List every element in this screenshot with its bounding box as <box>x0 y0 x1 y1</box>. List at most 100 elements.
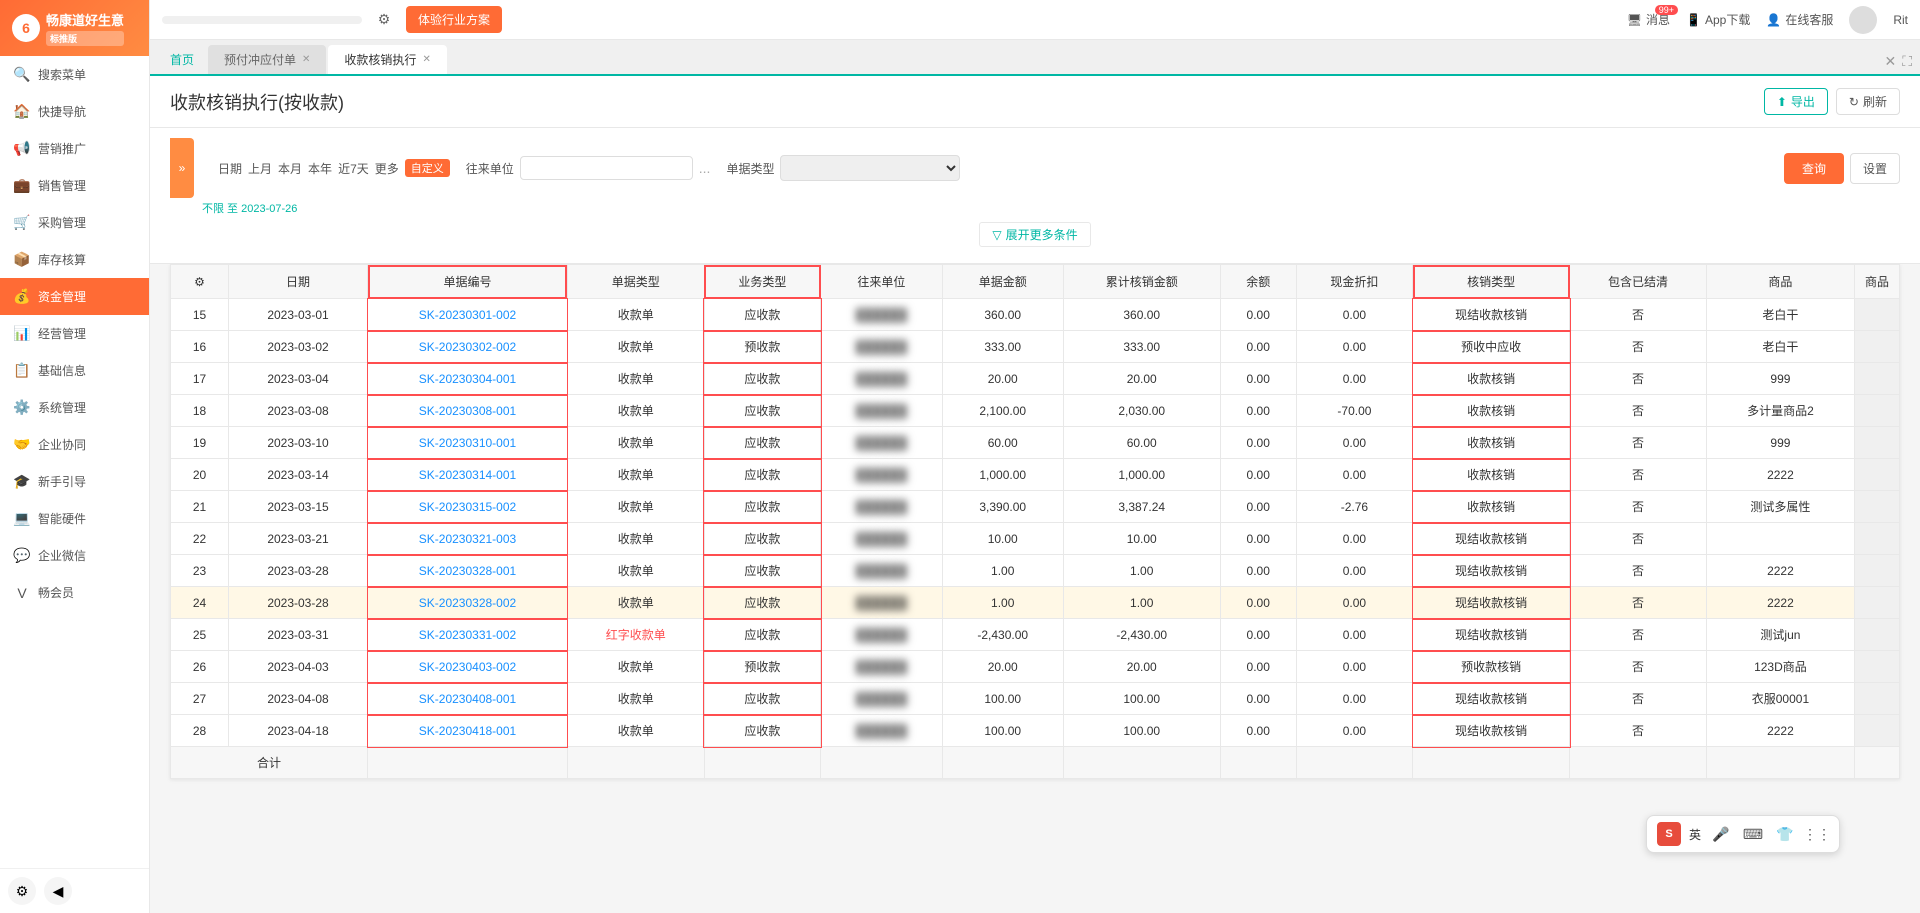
tab-expand-icon[interactable]: ⛶ <box>1902 53 1912 70</box>
sidebar-item-operations[interactable]: 📊 经营管理 <box>0 315 149 352</box>
tab-home[interactable]: 首页 <box>158 45 206 74</box>
th-bill-type[interactable]: 单据类型 <box>567 265 704 299</box>
sidebar-item-member[interactable]: V 畅会员 <box>0 574 149 611</box>
bill-no-link[interactable]: SK-20230315-002 <box>419 500 516 514</box>
sidebar-item-newguide[interactable]: 🎓 新手引导 <box>0 463 149 500</box>
tab-close-icon[interactable]: ✕ <box>1884 53 1896 70</box>
messages-btn[interactable]: 🖥 消息 99+ <box>1627 11 1670 28</box>
table-row: 272023-04-08SK-20230408-001收款单应收款██████1… <box>171 683 1900 715</box>
sidebar-item-marketing[interactable]: 📢 营销推广 <box>0 130 149 167</box>
sidebar-item-basics[interactable]: 📋 基础信息 <box>0 352 149 389</box>
settings-col-icon[interactable]: ⚙ <box>194 275 205 289</box>
td-partner: ██████ <box>821 427 943 459</box>
th-check-amount[interactable]: 累计核销金额 <box>1063 265 1220 299</box>
sidebar-item-purchase[interactable]: 🛒 采购管理 <box>0 204 149 241</box>
ft-keyboard-icon[interactable]: ⌨ <box>1741 822 1765 846</box>
gear-icon[interactable]: ⚙ <box>370 6 398 34</box>
bill-no-link[interactable]: SK-20230310-001 <box>419 436 516 450</box>
th-date[interactable]: 日期 <box>228 265 367 299</box>
sidebar-item-sales[interactable]: 💼 销售管理 <box>0 167 149 204</box>
th-include-settled[interactable]: 包含已结清 <box>1570 265 1707 299</box>
tab-collect[interactable]: 收款核销执行 ✕ <box>328 45 446 74</box>
td-bill-no[interactable]: SK-20230403-002 <box>368 651 568 683</box>
th-goods2[interactable]: 商品 <box>1854 265 1899 299</box>
table-row: 252023-03-31SK-20230331-002红字收款单应收款█████… <box>171 619 1900 651</box>
td-bill-type: 收款单 <box>567 523 704 555</box>
th-cash-discount[interactable]: 现金折扣 <box>1296 265 1412 299</box>
th-goods[interactable]: 商品 <box>1706 265 1854 299</box>
sidebar-item-inventory[interactable]: 📦 库存核算 <box>0 241 149 278</box>
bill-no-link[interactable]: SK-20230308-001 <box>419 404 516 418</box>
sidebar-item-enterprise[interactable]: 🤝 企业协同 <box>0 426 149 463</box>
bill-no-link[interactable]: SK-20230314-001 <box>419 468 516 482</box>
th-balance[interactable]: 余额 <box>1220 265 1296 299</box>
filter-date-this-year[interactable]: 本年 <box>308 160 332 177</box>
export-button[interactable]: ⬆ 导出 <box>1764 88 1828 115</box>
refresh-button[interactable]: ↻ 刷新 <box>1836 88 1900 115</box>
td-bill-no[interactable]: SK-20230328-001 <box>368 555 568 587</box>
sidebar-label-newguide: 新手引导 <box>38 473 86 490</box>
td-balance: 0.00 <box>1220 619 1296 651</box>
footer-partner <box>821 747 943 779</box>
settings-button[interactable]: 设置 <box>1850 153 1900 184</box>
filter-date-7days[interactable]: 近7天 <box>338 160 369 177</box>
bill-no-link[interactable]: SK-20230302-002 <box>419 340 516 354</box>
table-header-row: ⚙ 日期 单据编号 单据类型 业务类型 往来单位 单据金额 累计核销金额 余额 … <box>171 265 1900 299</box>
bill-no-link[interactable]: SK-20230321-003 <box>419 532 516 546</box>
sidebar-item-system[interactable]: ⚙️ 系统管理 <box>0 389 149 426</box>
th-bill-no[interactable]: 单据编号 <box>368 265 568 299</box>
sidebar-item-search[interactable]: 🔍 搜索菜单 <box>0 56 149 93</box>
url-bar[interactable] <box>162 16 362 24</box>
sidebar-item-wechat[interactable]: 💬 企业微信 <box>0 537 149 574</box>
bill-no-link[interactable]: SK-20230328-002 <box>419 596 516 610</box>
bill-no-link[interactable]: SK-20230408-001 <box>419 692 516 706</box>
td-bill-no[interactable]: SK-20230331-002 <box>368 619 568 651</box>
td-bill-no[interactable]: SK-20230418-001 <box>368 715 568 747</box>
sidebar-item-hardware[interactable]: 💻 智能硬件 <box>0 500 149 537</box>
td-bill-no[interactable]: SK-20230302-002 <box>368 331 568 363</box>
basics-icon: 📋 <box>14 363 30 379</box>
bill-no-link[interactable]: SK-20230301-002 <box>419 308 516 322</box>
query-button[interactable]: 查询 <box>1784 153 1844 184</box>
th-amount[interactable]: 单据金额 <box>942 265 1063 299</box>
td-bill-no[interactable]: SK-20230304-001 <box>368 363 568 395</box>
solution-button[interactable]: 体验行业方案 <box>406 6 502 33</box>
td-bill-no[interactable]: SK-20230310-001 <box>368 427 568 459</box>
td-bill-no[interactable]: SK-20230321-003 <box>368 523 568 555</box>
ft-shirt-icon[interactable]: 👕 <box>1773 822 1797 846</box>
filter-date-more[interactable]: 更多 <box>375 160 399 177</box>
settings-bottom-btn[interactable]: ⚙ <box>8 877 36 905</box>
th-biz-type[interactable]: 业务类型 <box>704 265 820 299</box>
td-bill-no[interactable]: SK-20230314-001 <box>368 459 568 491</box>
ft-grid-icon[interactable]: ⋮⋮ <box>1805 822 1829 846</box>
bill-no-link[interactable]: SK-20230418-001 <box>419 724 516 738</box>
th-partner[interactable]: 往来单位 <box>821 265 943 299</box>
th-check-type[interactable]: 核销类型 <box>1413 265 1570 299</box>
tab-prepay[interactable]: 预付冲应付单 ✕ <box>208 45 326 74</box>
ft-mic-icon[interactable]: 🎤 <box>1709 822 1733 846</box>
td-bill-no[interactable]: SK-20230315-002 <box>368 491 568 523</box>
td-bill-no[interactable]: SK-20230328-002 <box>368 587 568 619</box>
expand-conditions-button[interactable]: ▽ 展开更多条件 <box>979 222 1090 247</box>
app-download-btn[interactable]: 📱 App下载 <box>1686 11 1750 28</box>
service-btn[interactable]: 👤 在线客服 <box>1766 11 1833 28</box>
td-bill-no[interactable]: SK-20230301-002 <box>368 299 568 331</box>
filter-toggle-sidebar[interactable]: » <box>170 138 194 198</box>
filter-partner-input[interactable] <box>520 156 693 180</box>
bill-no-link[interactable]: SK-20230331-002 <box>419 628 516 642</box>
collapse-btn[interactable]: ◀ <box>44 877 72 905</box>
sidebar-item-finance[interactable]: 💰 资金管理 <box>0 278 149 315</box>
bill-no-link[interactable]: SK-20230304-001 <box>419 372 516 386</box>
filter-date-prev-month[interactable]: 上月 <box>248 160 272 177</box>
tab-collect-close[interactable]: ✕ <box>422 54 430 65</box>
filter-custom-button[interactable]: 自定义 <box>405 159 450 177</box>
td-partner: ██████ <box>821 651 943 683</box>
tab-prepay-close[interactable]: ✕ <box>302 54 310 65</box>
sidebar-item-shortcut[interactable]: 🏠 快捷导航 <box>0 93 149 130</box>
filter-bill-type-select[interactable] <box>780 155 960 181</box>
filter-date-this-month[interactable]: 本月 <box>278 160 302 177</box>
td-bill-no[interactable]: SK-20230308-001 <box>368 395 568 427</box>
bill-no-link[interactable]: SK-20230328-001 <box>419 564 516 578</box>
td-bill-no[interactable]: SK-20230408-001 <box>368 683 568 715</box>
bill-no-link[interactable]: SK-20230403-002 <box>419 660 516 674</box>
